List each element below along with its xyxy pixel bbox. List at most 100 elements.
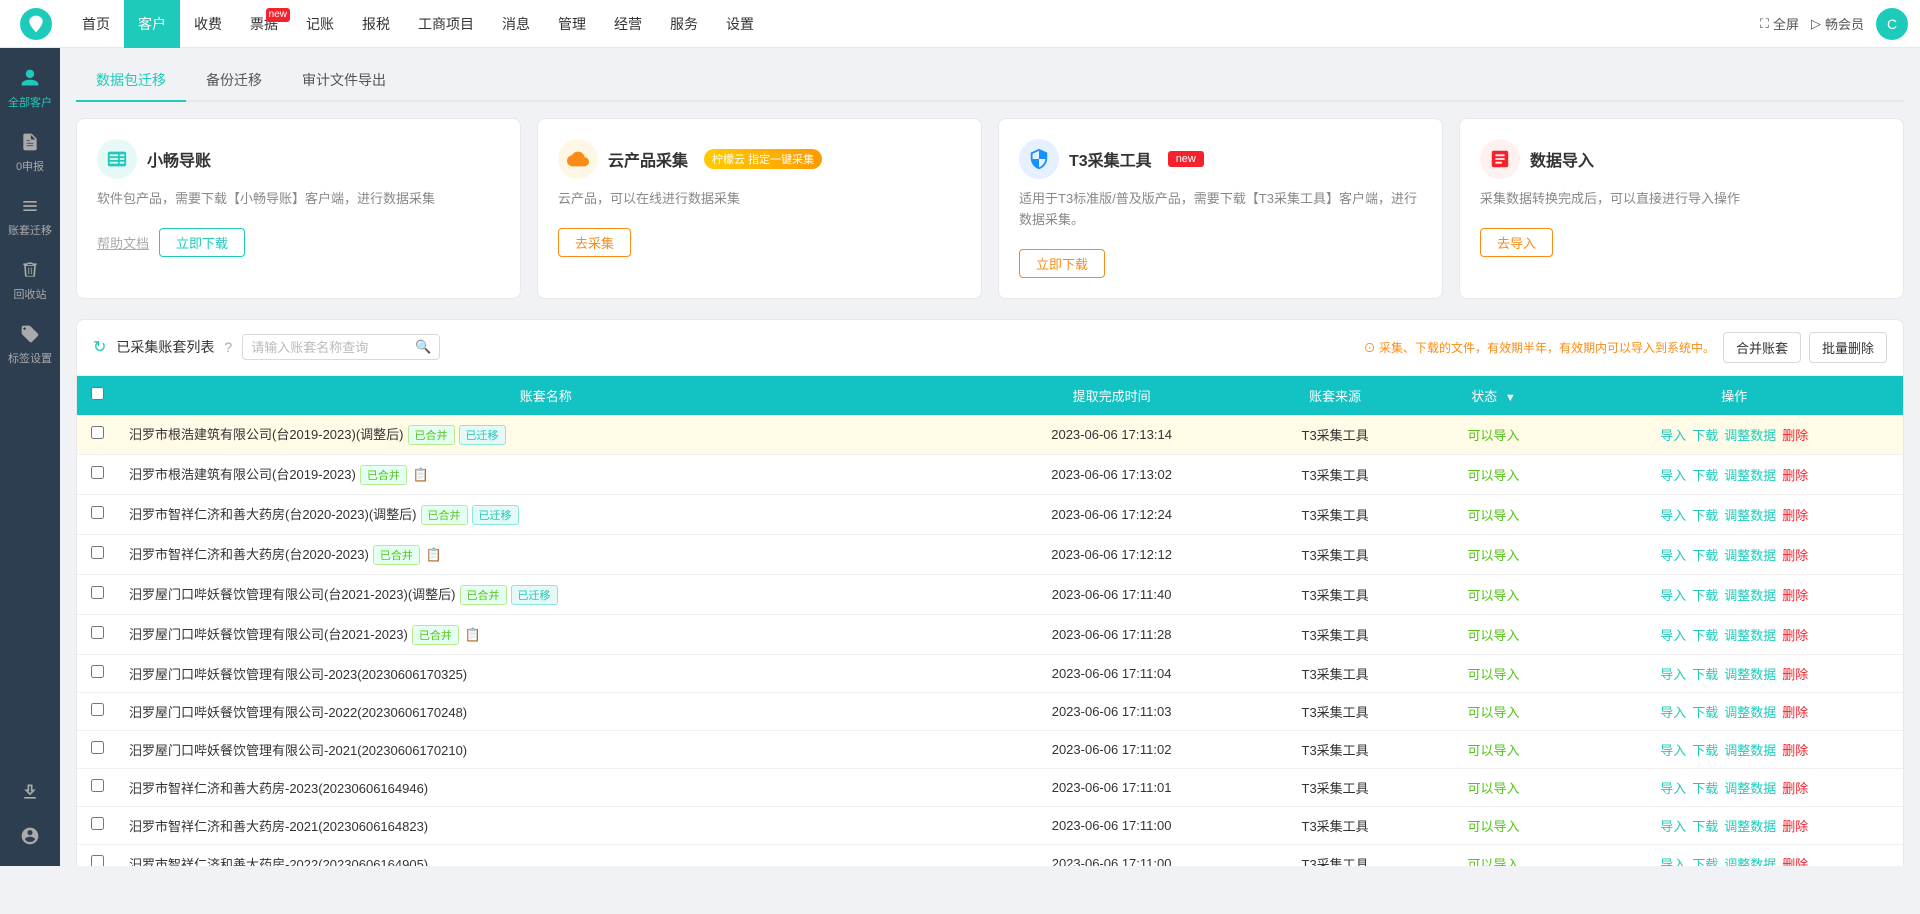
op-导入[interactable]: 导入 bbox=[1660, 667, 1686, 682]
op-下载[interactable]: 下载 bbox=[1692, 588, 1718, 603]
xiaochang-help-link[interactable]: 帮助文档 bbox=[97, 233, 149, 252]
op-下载[interactable]: 下载 bbox=[1692, 857, 1718, 866]
sidebar-item-all-customers[interactable]: 全部客户 bbox=[0, 56, 60, 120]
logo[interactable] bbox=[12, 8, 60, 40]
row-checkbox-7[interactable] bbox=[91, 703, 104, 716]
nav-invoice[interactable]: 票据new bbox=[236, 0, 292, 48]
op-导入[interactable]: 导入 bbox=[1660, 819, 1686, 834]
row-checkbox-11[interactable] bbox=[91, 855, 104, 866]
row-checkbox-3[interactable] bbox=[91, 546, 104, 559]
sidebar-item-migrate[interactable]: 账套迁移 bbox=[0, 184, 60, 248]
batch-delete-button[interactable]: 批量删除 bbox=[1809, 332, 1887, 363]
op-删除[interactable]: 删除 bbox=[1782, 705, 1808, 720]
nav-service[interactable]: 服务 bbox=[656, 0, 712, 48]
op-调整数据[interactable]: 调整数据 bbox=[1724, 667, 1776, 682]
op-删除[interactable]: 删除 bbox=[1782, 819, 1808, 834]
op-删除[interactable]: 删除 bbox=[1782, 428, 1808, 443]
file-icon[interactable]: 📋 bbox=[465, 627, 481, 642]
nav-home[interactable]: 首页 bbox=[68, 0, 124, 48]
op-删除[interactable]: 删除 bbox=[1782, 548, 1808, 563]
op-调整数据[interactable]: 调整数据 bbox=[1724, 548, 1776, 563]
op-下载[interactable]: 下载 bbox=[1692, 819, 1718, 834]
select-all-checkbox[interactable] bbox=[91, 387, 104, 400]
op-删除[interactable]: 删除 bbox=[1782, 508, 1808, 523]
sidebar-item-user-settings[interactable] bbox=[18, 814, 42, 858]
avatar[interactable]: C bbox=[1876, 8, 1908, 40]
sidebar-item-zero-report[interactable]: 0申报 bbox=[0, 120, 60, 184]
tab-audit-export[interactable]: 审计文件导出 bbox=[282, 60, 406, 100]
op-删除[interactable]: 删除 bbox=[1782, 857, 1808, 866]
op-导入[interactable]: 导入 bbox=[1660, 705, 1686, 720]
header-checkbox[interactable] bbox=[77, 376, 117, 415]
op-导入[interactable]: 导入 bbox=[1660, 548, 1686, 563]
op-导入[interactable]: 导入 bbox=[1660, 781, 1686, 796]
xiaochang-download-button[interactable]: 立即下载 bbox=[159, 228, 245, 257]
op-删除[interactable]: 删除 bbox=[1782, 468, 1808, 483]
member-button[interactable]: ▷ 畅会员 bbox=[1811, 14, 1864, 33]
sidebar-item-tag-settings[interactable]: 标签设置 bbox=[0, 312, 60, 376]
op-下载[interactable]: 下载 bbox=[1692, 705, 1718, 720]
merge-accounts-button[interactable]: 合并账套 bbox=[1723, 332, 1801, 363]
file-icon[interactable]: 📋 bbox=[413, 467, 429, 482]
refresh-button[interactable]: ↻ bbox=[93, 337, 106, 357]
row-checkbox-4[interactable] bbox=[91, 586, 104, 599]
row-checkbox-2[interactable] bbox=[91, 506, 104, 519]
op-下载[interactable]: 下载 bbox=[1692, 508, 1718, 523]
nav-manage[interactable]: 管理 bbox=[544, 0, 600, 48]
row-checkbox-8[interactable] bbox=[91, 741, 104, 754]
op-调整数据[interactable]: 调整数据 bbox=[1724, 743, 1776, 758]
op-导入[interactable]: 导入 bbox=[1660, 743, 1686, 758]
op-下载[interactable]: 下载 bbox=[1692, 781, 1718, 796]
op-导入[interactable]: 导入 bbox=[1660, 857, 1686, 866]
op-下载[interactable]: 下载 bbox=[1692, 548, 1718, 563]
row-checkbox-0[interactable] bbox=[91, 426, 104, 439]
search-icon[interactable]: 🔍 bbox=[415, 339, 431, 355]
op-下载[interactable]: 下载 bbox=[1692, 743, 1718, 758]
sidebar-item-trash[interactable]: 回收站 bbox=[0, 248, 60, 312]
op-删除[interactable]: 删除 bbox=[1782, 667, 1808, 682]
nav-business[interactable]: 工商项目 bbox=[404, 0, 488, 48]
op-调整数据[interactable]: 调整数据 bbox=[1724, 628, 1776, 643]
op-调整数据[interactable]: 调整数据 bbox=[1724, 508, 1776, 523]
nav-operation[interactable]: 经营 bbox=[600, 0, 656, 48]
op-删除[interactable]: 删除 bbox=[1782, 781, 1808, 796]
search-input[interactable] bbox=[251, 340, 411, 355]
row-checkbox-5[interactable] bbox=[91, 626, 104, 639]
row-checkbox-10[interactable] bbox=[91, 817, 104, 830]
op-导入[interactable]: 导入 bbox=[1660, 468, 1686, 483]
row-checkbox-1[interactable] bbox=[91, 466, 104, 479]
op-调整数据[interactable]: 调整数据 bbox=[1724, 468, 1776, 483]
file-icon[interactable]: 📋 bbox=[426, 547, 442, 562]
import-go-button[interactable]: 去导入 bbox=[1480, 228, 1553, 257]
sidebar-item-download[interactable] bbox=[18, 770, 42, 814]
op-下载[interactable]: 下载 bbox=[1692, 667, 1718, 682]
nav-settings[interactable]: 设置 bbox=[712, 0, 768, 48]
nav-bookkeeping[interactable]: 记账 bbox=[292, 0, 348, 48]
op-删除[interactable]: 删除 bbox=[1782, 588, 1808, 603]
op-导入[interactable]: 导入 bbox=[1660, 588, 1686, 603]
op-删除[interactable]: 删除 bbox=[1782, 628, 1808, 643]
op-下载[interactable]: 下载 bbox=[1692, 428, 1718, 443]
op-调整数据[interactable]: 调整数据 bbox=[1724, 819, 1776, 834]
op-删除[interactable]: 删除 bbox=[1782, 743, 1808, 758]
tab-backup-migration[interactable]: 备份迁移 bbox=[186, 60, 282, 100]
op-调整数据[interactable]: 调整数据 bbox=[1724, 857, 1776, 866]
op-调整数据[interactable]: 调整数据 bbox=[1724, 781, 1776, 796]
nav-message[interactable]: 消息 bbox=[488, 0, 544, 48]
row-checkbox-9[interactable] bbox=[91, 779, 104, 792]
tab-data-migration[interactable]: 数据包迁移 bbox=[76, 60, 186, 102]
op-调整数据[interactable]: 调整数据 bbox=[1724, 588, 1776, 603]
op-导入[interactable]: 导入 bbox=[1660, 508, 1686, 523]
op-调整数据[interactable]: 调整数据 bbox=[1724, 428, 1776, 443]
op-调整数据[interactable]: 调整数据 bbox=[1724, 705, 1776, 720]
op-下载[interactable]: 下载 bbox=[1692, 468, 1718, 483]
nav-customer[interactable]: 客户 bbox=[124, 0, 180, 48]
row-checkbox-6[interactable] bbox=[91, 665, 104, 678]
t3-download-button[interactable]: 立即下载 bbox=[1019, 249, 1105, 278]
status-filter-icon[interactable]: ▼ bbox=[1505, 392, 1516, 404]
nav-fee[interactable]: 收费 bbox=[180, 0, 236, 48]
op-导入[interactable]: 导入 bbox=[1660, 428, 1686, 443]
op-下载[interactable]: 下载 bbox=[1692, 628, 1718, 643]
cloud-collect-button[interactable]: 去采集 bbox=[558, 228, 631, 257]
op-导入[interactable]: 导入 bbox=[1660, 628, 1686, 643]
